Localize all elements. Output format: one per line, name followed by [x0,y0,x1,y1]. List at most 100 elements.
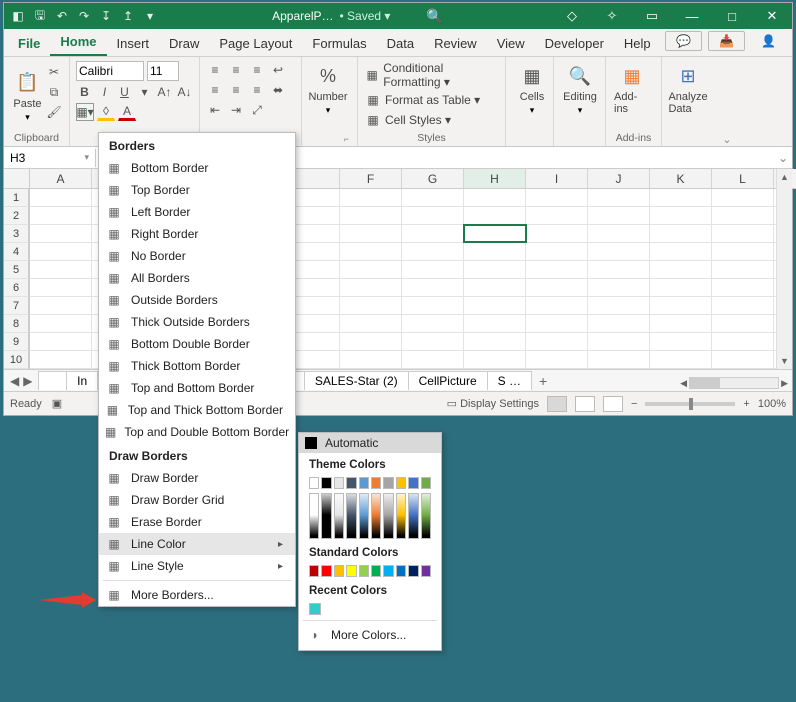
editing-button[interactable]: 🔍Editing▾ [560,61,600,118]
tab-insert[interactable]: Insert [107,30,160,56]
save-icon[interactable]: 🖫 [32,8,48,24]
collapse-ribbon-icon[interactable]: ⌄ [718,57,736,146]
paste-button[interactable]: 📋 Paste ▾ [10,61,45,131]
cell[interactable] [526,243,588,260]
conditional-formatting-button[interactable]: Conditional Formatting ▾ [383,61,499,89]
cell[interactable] [30,243,92,260]
sparkle-icon[interactable]: ✧ [592,3,632,29]
column-header[interactable]: G [402,169,464,189]
tab-data[interactable]: Data [377,30,424,56]
sheet-tab[interactable]: CellPicture [408,371,488,390]
cell[interactable] [650,351,712,368]
color-swatch[interactable] [359,477,369,489]
row-header[interactable]: 8 [4,315,29,333]
row-header[interactable]: 1 [4,189,29,207]
document-name[interactable]: ApparelP… [272,9,333,23]
cut-icon[interactable]: ✂ [45,63,63,81]
cell-styles-button[interactable]: Cell Styles ▾ [385,113,451,127]
row-header[interactable]: 3 [4,225,29,243]
cell[interactable] [30,315,92,332]
row-header[interactable]: 6 [4,279,29,297]
menu-item[interactable]: ▦Outside Borders [99,289,295,311]
tab-formulas[interactable]: Formulas [302,30,376,56]
menu-item[interactable]: ▦Draw Border [99,467,295,489]
cell[interactable] [650,333,712,350]
cell[interactable] [464,315,526,332]
color-swatch[interactable] [421,477,431,489]
cell[interactable] [526,279,588,296]
color-swatch[interactable] [309,565,319,577]
cell[interactable] [340,279,402,296]
cell[interactable] [464,225,526,242]
cell[interactable] [588,243,650,260]
number-format-button[interactable]: % Number ▾ [308,61,348,118]
cell[interactable] [402,243,464,260]
cell[interactable] [340,333,402,350]
menu-item[interactable]: ▦Top and Double Bottom Border [99,421,295,443]
align-left-icon[interactable]: ≡ [206,81,224,99]
comments-button[interactable]: 💬 [665,31,702,51]
bold-icon[interactable]: B [76,83,93,101]
account-icon[interactable]: 👤 [751,32,786,50]
cell[interactable] [402,297,464,314]
color-swatch[interactable] [309,603,321,615]
qat-sort-asc-icon[interactable]: ↧ [98,8,114,24]
cell[interactable] [588,351,650,368]
cell[interactable] [526,225,588,242]
cell[interactable] [712,279,774,296]
cell[interactable] [588,333,650,350]
increase-indent-icon[interactable]: ⇥ [227,101,245,119]
display-settings-button[interactable]: ▭ Display Settings [447,397,539,410]
scroll-up-icon[interactable]: ▲ [777,169,792,185]
menu-item[interactable]: ▦Top Border [99,179,295,201]
zoom-in-icon[interactable]: + [743,398,749,410]
cell[interactable] [588,315,650,332]
cell[interactable] [340,315,402,332]
sheet-tab[interactable] [38,371,67,390]
qat-sort-desc-icon[interactable]: ↥ [120,8,136,24]
menu-item[interactable]: ▦Bottom Border [99,157,295,179]
tab-home[interactable]: Home [50,28,106,56]
color-swatch[interactable] [334,565,344,577]
color-swatch[interactable] [383,565,393,577]
color-shade-column[interactable] [309,493,319,539]
color-swatch[interactable] [334,477,344,489]
cell[interactable] [464,297,526,314]
view-page-layout-icon[interactable] [575,396,595,412]
color-swatch[interactable] [321,565,331,577]
minimize-icon[interactable]: — [672,3,712,29]
color-shade-column[interactable] [359,493,369,539]
autosave-icon[interactable]: ◧ [10,8,26,24]
cell[interactable] [650,207,712,224]
format-as-table-button[interactable]: Format as Table ▾ [385,93,480,107]
color-swatch[interactable] [346,565,356,577]
column-header[interactable]: A [30,169,92,189]
cell[interactable] [464,279,526,296]
cell[interactable] [30,261,92,278]
tab-file[interactable]: File [8,30,50,56]
cell[interactable] [588,207,650,224]
color-shade-column[interactable] [334,493,344,539]
cell[interactable] [526,261,588,278]
cell[interactable] [340,189,402,206]
cell[interactable] [340,261,402,278]
color-swatch[interactable] [396,565,406,577]
cell[interactable] [402,333,464,350]
search-icon[interactable]: 🔍 [426,8,443,25]
cell[interactable] [712,315,774,332]
menu-item[interactable]: ▦Line Color▸ [99,533,295,555]
column-header[interactable]: F [340,169,402,189]
menu-item[interactable]: ▦Top and Thick Bottom Border [99,399,295,421]
color-shade-column[interactable] [421,493,431,539]
color-swatch[interactable] [421,565,431,577]
cell[interactable] [30,351,92,368]
italic-icon[interactable]: I [96,83,113,101]
automatic-color-item[interactable]: Automatic [299,433,441,453]
cell[interactable] [402,351,464,368]
color-swatch[interactable] [309,477,319,489]
cell[interactable] [526,207,588,224]
border-dropdown-icon[interactable]: ▾ [136,83,153,101]
expand-formula-icon[interactable]: ⌄ [774,151,792,165]
cell[interactable] [650,261,712,278]
cell[interactable] [588,225,650,242]
